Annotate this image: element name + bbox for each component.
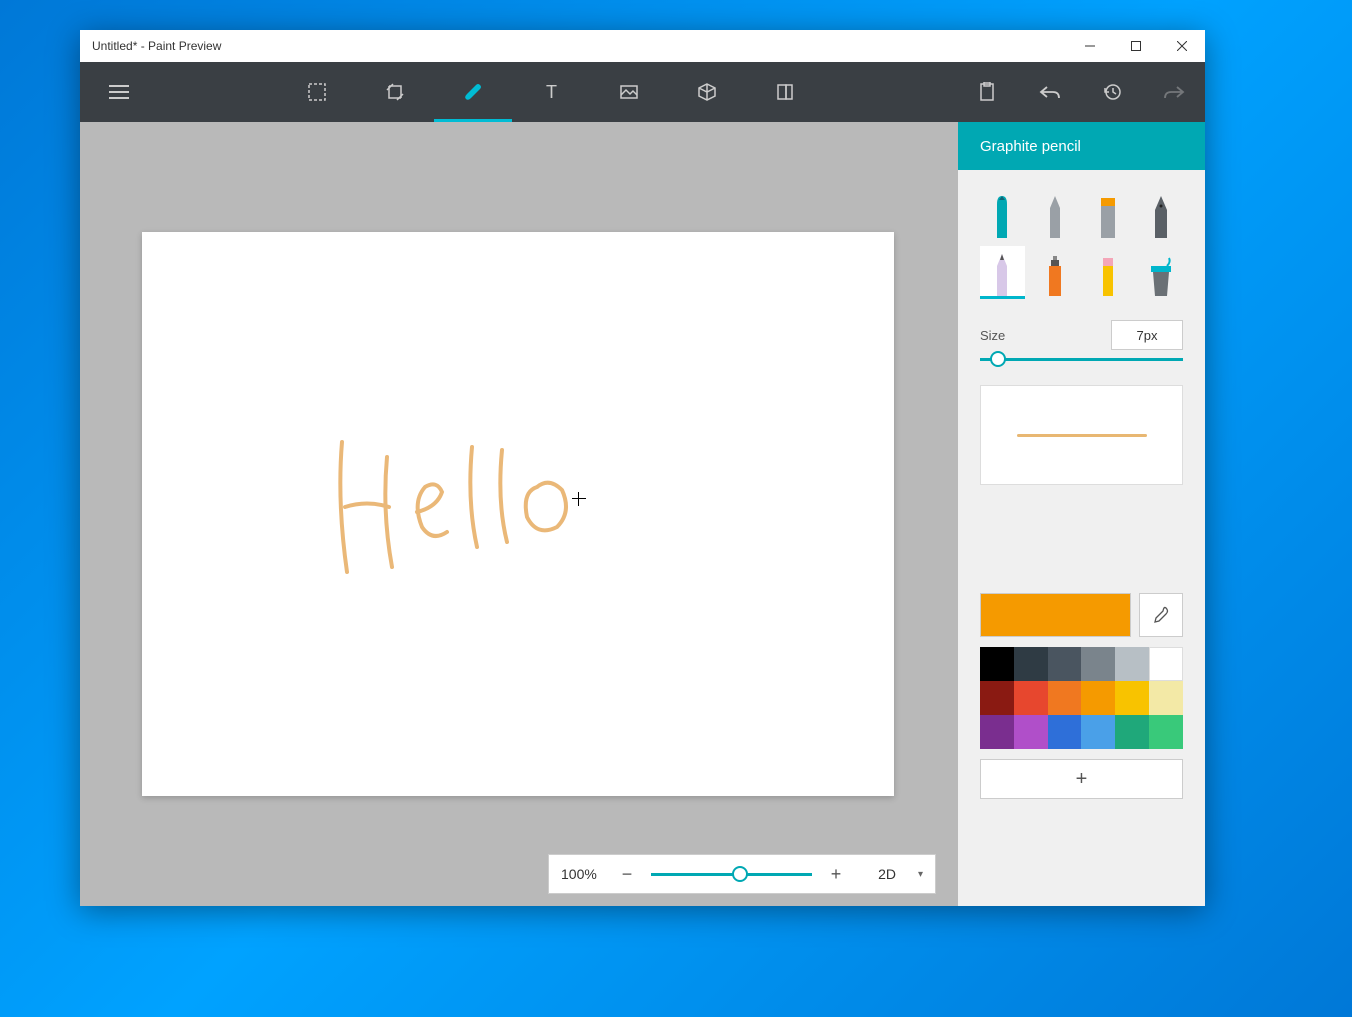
palette-color[interactable] [1115, 647, 1149, 681]
brush-eraser[interactable] [1086, 246, 1131, 296]
app-window: Untitled* - Paint Preview T [80, 30, 1205, 906]
canvas-drawing [327, 432, 607, 602]
palette-color[interactable] [1014, 681, 1048, 715]
size-thumb[interactable] [990, 351, 1006, 367]
palette-color[interactable] [1081, 647, 1115, 681]
text-tool[interactable]: T [512, 62, 590, 122]
effects-tool[interactable] [746, 62, 824, 122]
palette-color[interactable] [1048, 681, 1082, 715]
brush-graphite-pencil[interactable] [980, 246, 1025, 296]
side-panel: Graphite pencil [958, 122, 1205, 906]
brush-tool[interactable] [434, 62, 512, 122]
zoom-slider[interactable] [651, 873, 812, 876]
brush-fill[interactable] [1138, 246, 1183, 296]
brush-oil[interactable] [1086, 188, 1131, 238]
canvas[interactable] [142, 232, 894, 796]
minimize-button[interactable] [1067, 30, 1113, 62]
color-palette [958, 647, 1205, 749]
palette-color[interactable] [1048, 647, 1082, 681]
palette-color[interactable] [1014, 715, 1048, 749]
add-color-button[interactable]: + [980, 759, 1183, 799]
history-button[interactable] [1081, 62, 1143, 122]
palette-color[interactable] [1081, 681, 1115, 715]
redo-button[interactable] [1143, 62, 1205, 122]
brush-grid [958, 170, 1205, 304]
current-color[interactable] [980, 593, 1131, 637]
size-slider[interactable] [980, 358, 1183, 361]
preview-stroke-line [1017, 434, 1147, 437]
select-tool[interactable] [278, 62, 356, 122]
svg-text:T: T [546, 82, 557, 102]
palette-color[interactable] [980, 681, 1014, 715]
palette-color[interactable] [1014, 647, 1048, 681]
zoom-thumb[interactable] [732, 866, 748, 882]
palette-color[interactable] [1081, 715, 1115, 749]
brush-calligraphy-pen[interactable] [1033, 188, 1078, 238]
palette-color[interactable] [980, 715, 1014, 749]
palette-color[interactable] [980, 647, 1014, 681]
size-row: Size 7px [958, 304, 1205, 358]
view-mode-label[interactable]: 2D [878, 866, 896, 882]
undo-button[interactable] [1019, 62, 1081, 122]
eyedropper-button[interactable] [1139, 593, 1183, 637]
toolbar: T [80, 62, 1205, 122]
palette-color[interactable] [1149, 715, 1183, 749]
window-title: Untitled* - Paint Preview [92, 39, 1067, 53]
stroke-preview [980, 385, 1183, 485]
size-label: Size [980, 328, 1111, 343]
canvas-area: 100% − + 2D ▾ [80, 122, 958, 906]
palette-color[interactable] [1149, 647, 1183, 681]
3d-objects-tool[interactable] [668, 62, 746, 122]
zoom-in-button[interactable]: + [824, 864, 848, 885]
side-panel-title: Graphite pencil [958, 122, 1205, 170]
palette-color[interactable] [1149, 681, 1183, 715]
palette-color[interactable] [1115, 681, 1149, 715]
brush-marker[interactable] [980, 188, 1025, 238]
size-input[interactable]: 7px [1111, 320, 1183, 350]
zoom-bar: 100% − + 2D ▾ [548, 854, 936, 894]
crosshair-cursor [572, 492, 586, 506]
menu-button[interactable] [80, 62, 158, 122]
brush-spray-can[interactable] [1033, 246, 1078, 296]
palette-color[interactable] [1115, 715, 1149, 749]
palette-color[interactable] [1048, 715, 1082, 749]
titlebar: Untitled* - Paint Preview [80, 30, 1205, 62]
chevron-down-icon[interactable]: ▾ [918, 869, 923, 880]
brush-pen[interactable] [1138, 188, 1183, 238]
crop-tool[interactable] [356, 62, 434, 122]
stickers-tool[interactable] [590, 62, 668, 122]
maximize-button[interactable] [1113, 30, 1159, 62]
zoom-percent: 100% [561, 866, 603, 882]
workspace: 100% − + 2D ▾ Graphite pencil [80, 122, 1205, 906]
zoom-out-button[interactable]: − [615, 864, 639, 885]
close-button[interactable] [1159, 30, 1205, 62]
paste-button[interactable] [957, 62, 1019, 122]
